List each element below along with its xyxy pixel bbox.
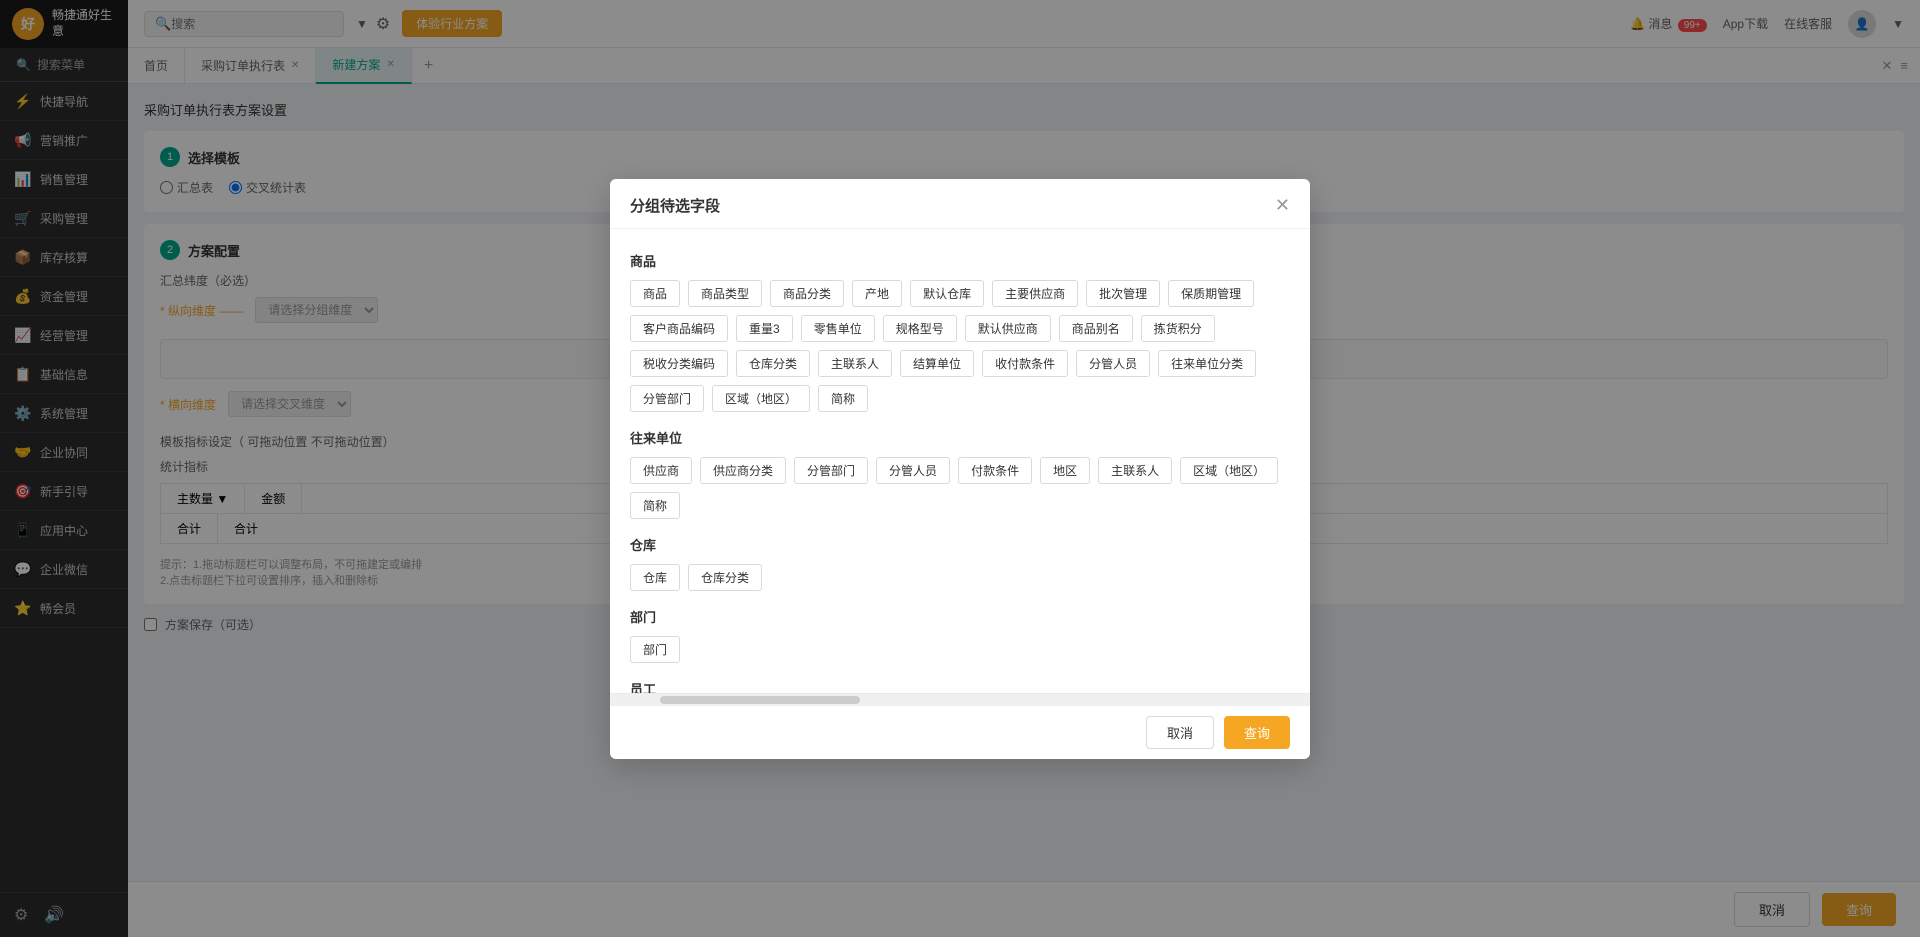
field-tag-仓库分类[interactable]: 仓库分类 (736, 350, 810, 377)
field-group-warehouse: 仓库仓库分类 (630, 564, 1290, 591)
field-tag-税收分类编码[interactable]: 税收分类编码 (630, 350, 728, 377)
modal-confirm-btn[interactable]: 查询 (1224, 716, 1290, 749)
modal-body: 商品商品商品类型商品分类产地默认仓库主要供应商批次管理保质期管理客户商品编码重量… (610, 229, 1310, 693)
field-tag-分管部门[interactable]: 分管部门 (630, 385, 704, 412)
field-tag-零售单位[interactable]: 零售单位 (801, 315, 875, 342)
field-tag-商品类型[interactable]: 商品类型 (688, 280, 762, 307)
modal-footer: 取消 查询 (610, 705, 1310, 759)
field-tag-产地[interactable]: 产地 (852, 280, 902, 307)
field-tag-重量3[interactable]: 重量3 (736, 315, 793, 342)
field-group-partner: 供应商供应商分类分管部门分管人员付款条件地区主联系人区域（地区） 简称 (630, 457, 1290, 519)
field-tag-商品[interactable]: 商品 (630, 280, 680, 307)
field-tag-默认供应商[interactable]: 默认供应商 (965, 315, 1051, 342)
section-title-partner: 往来单位 (630, 428, 1290, 447)
field-tag-仓库[interactable]: 仓库 (630, 564, 680, 591)
field-select-modal: 分组待选字段 ✕ 商品商品商品类型商品分类产地默认仓库主要供应商批次管理保质期管… (610, 179, 1310, 759)
field-tag-默认仓库[interactable]: 默认仓库 (910, 280, 984, 307)
field-tag-保质期管理[interactable]: 保质期管理 (1168, 280, 1254, 307)
field-tag-供应商分类[interactable]: 供应商分类 (700, 457, 786, 484)
field-tag-分管人员[interactable]: 分管人员 (1076, 350, 1150, 377)
field-tag-简称[interactable]: 简称 (630, 492, 680, 519)
field-tag-商品分类[interactable]: 商品分类 (770, 280, 844, 307)
section-title-department: 部门 (630, 607, 1290, 626)
field-tag-区域（地区）[interactable]: 区域（地区） (1180, 457, 1278, 484)
field-tag-往来单位分类[interactable]: 往来单位分类 (1158, 350, 1256, 377)
field-tag-付款条件[interactable]: 付款条件 (958, 457, 1032, 484)
field-tag-商品别名[interactable]: 商品别名 (1059, 315, 1133, 342)
field-tag-主联系人[interactable]: 主联系人 (818, 350, 892, 377)
field-tag-区域（地区）[interactable]: 区域（地区） (712, 385, 810, 412)
field-tag-规格型号[interactable]: 规格型号 (883, 315, 957, 342)
modal-horizontal-scrollbar[interactable] (610, 693, 1310, 705)
field-tag-部门[interactable]: 部门 (630, 636, 680, 663)
section-title-warehouse: 仓库 (630, 535, 1290, 554)
modal-cancel-btn[interactable]: 取消 (1146, 716, 1214, 749)
modal-header: 分组待选字段 ✕ (610, 179, 1310, 229)
field-tag-简称[interactable]: 简称 (818, 385, 868, 412)
field-tag-收付款条件[interactable]: 收付款条件 (982, 350, 1068, 377)
section-title-employee: 员工 (630, 679, 1290, 693)
section-title-goods: 商品 (630, 251, 1290, 270)
field-tag-客户商品编码[interactable]: 客户商品编码 (630, 315, 728, 342)
field-tag-拣货积分[interactable]: 拣货积分 (1141, 315, 1215, 342)
field-group-goods: 商品商品类型商品分类产地默认仓库主要供应商批次管理保质期管理客户商品编码重量3 零… (630, 280, 1290, 412)
hscroll-thumb (660, 696, 860, 704)
field-tag-主要供应商[interactable]: 主要供应商 (992, 280, 1078, 307)
field-tag-分管人员[interactable]: 分管人员 (876, 457, 950, 484)
field-tag-主联系人[interactable]: 主联系人 (1098, 457, 1172, 484)
modal-title: 分组待选字段 (630, 195, 720, 216)
field-tag-地区[interactable]: 地区 (1040, 457, 1090, 484)
field-tag-仓库分类[interactable]: 仓库分类 (688, 564, 762, 591)
field-tag-结算单位[interactable]: 结算单位 (900, 350, 974, 377)
field-tag-批次管理[interactable]: 批次管理 (1086, 280, 1160, 307)
modal-close-icon[interactable]: ✕ (1275, 195, 1290, 216)
field-tag-供应商[interactable]: 供应商 (630, 457, 692, 484)
field-tag-分管部门[interactable]: 分管部门 (794, 457, 868, 484)
field-group-department: 部门 (630, 636, 1290, 663)
